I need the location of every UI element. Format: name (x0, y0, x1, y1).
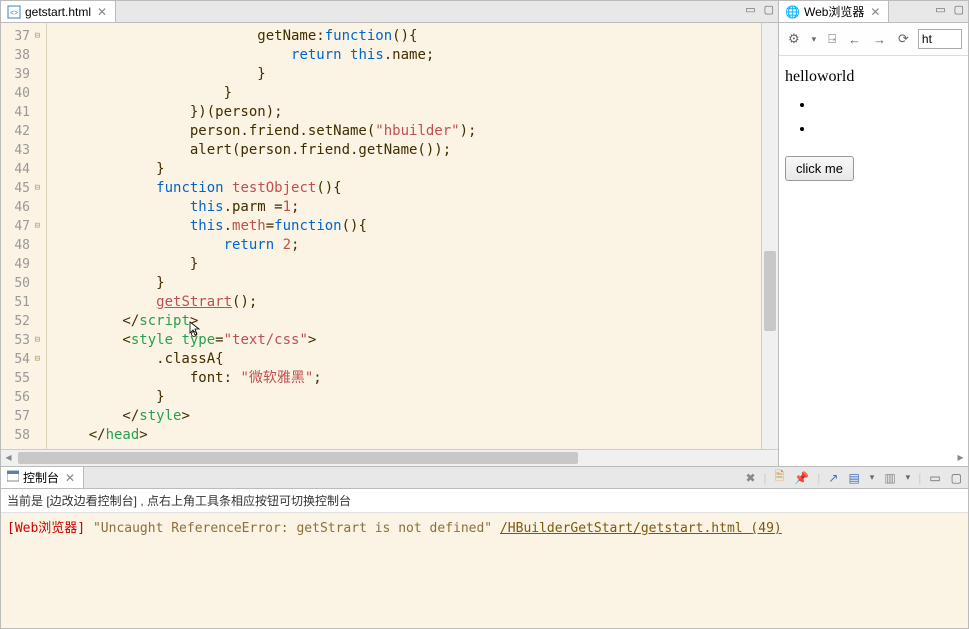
doc-icon[interactable]: 🗎 (773, 467, 787, 488)
editor-tab-label: getstart.html (25, 5, 91, 19)
url-input[interactable] (918, 29, 962, 49)
minimize-icon[interactable]: ▭ (743, 3, 757, 16)
browser-viewport: helloworld click me (779, 56, 968, 466)
forward-icon[interactable]: → (870, 30, 889, 49)
console-tab-label: 控制台 (23, 469, 59, 486)
console-tab[interactable]: 控制台 ✕ (1, 467, 84, 488)
console-icon (7, 470, 19, 485)
page-icon[interactable]: ▤ (846, 471, 861, 485)
maximize-icon[interactable]: ▢ (952, 3, 966, 16)
browser-tab-bar: 🌐 Web浏览器 ✕ ▭ ▢ (779, 1, 968, 23)
editor-panel: <> getstart.html ✕ ▭ ▢ 37⊟38 39 40 41 42… (0, 0, 779, 467)
page-text: helloworld (785, 68, 962, 86)
minimize-icon[interactable]: ▭ (933, 3, 947, 16)
maximize-icon[interactable]: ▢ (762, 3, 776, 16)
close-icon[interactable]: ✕ (868, 5, 882, 19)
horizontal-scrollbar[interactable]: ◂ ▸ (1, 449, 778, 466)
scroll-left-icon[interactable]: ◂ (0, 450, 17, 467)
close-icon[interactable]: ✕ (95, 5, 109, 19)
nav-open-icon[interactable]: ⍈ (825, 29, 839, 49)
error-source: [Web浏览器] (7, 521, 85, 536)
chevron-down-icon[interactable]: ▾ (809, 32, 820, 47)
maximize-icon[interactable]: ▢ (949, 471, 964, 485)
scrollbar-thumb[interactable] (764, 251, 776, 331)
html-file-icon: <> (7, 5, 21, 19)
code-editor[interactable]: 37⊟38 39 40 41 42 43 44 45⊟46 47⊟48 49 5… (1, 23, 778, 449)
clear-icon[interactable]: ✖ (743, 471, 757, 485)
console-panel: 控制台 ✕ ✖ | 🗎 📌 | ↗ ▤ ▾ ▥ ▾ | ▭ ▢ 当前是 [边改边… (0, 467, 969, 629)
editor-tab-bar: <> getstart.html ✕ ▭ ▢ (1, 1, 778, 23)
pin-icon[interactable]: 📌 (792, 471, 811, 485)
line-gutter: 37⊟38 39 40 41 42 43 44 45⊟46 47⊟48 49 5… (1, 23, 47, 449)
editor-tab-file[interactable]: <> getstart.html ✕ (1, 1, 116, 22)
console-output[interactable]: [Web浏览器] "Uncaught ReferenceError: getSt… (1, 513, 968, 628)
console-tab-bar: 控制台 ✕ ✖ | 🗎 📌 | ↗ ▤ ▾ ▥ ▾ | ▭ ▢ (1, 467, 968, 489)
browser-tab[interactable]: 🌐 Web浏览器 ✕ (779, 1, 889, 22)
globe-icon: 🌐 (785, 5, 800, 19)
close-icon[interactable]: ✕ (63, 471, 77, 485)
svg-text:<>: <> (10, 10, 18, 17)
error-message: "Uncaught ReferenceError: getStrart is n… (93, 521, 492, 536)
refresh-icon[interactable]: ⟳ (895, 29, 912, 49)
scrollbar-thumb[interactable] (18, 452, 578, 464)
console-hint: 当前是 [边改边看控制台] , 点右上角工具条相应按钮可切换控制台 (1, 489, 968, 513)
browser-panel: 🌐 Web浏览器 ✕ ▭ ▢ ⚙ ▾ ⍈ ← → ⟳ helloworld (779, 0, 969, 467)
back-icon[interactable]: ← (845, 30, 864, 49)
page-list (815, 96, 962, 138)
list-item (815, 120, 962, 138)
chevron-down-icon[interactable]: ▾ (904, 472, 913, 483)
browser-tab-label: Web浏览器 (804, 3, 864, 20)
code-area[interactable]: getName:function(){ return this.name; } … (47, 23, 761, 449)
chevron-down-icon[interactable]: ▾ (868, 472, 877, 483)
gear-icon[interactable]: ⚙ (785, 29, 803, 49)
trash-icon[interactable]: ▥ (882, 471, 897, 485)
list-item (815, 96, 962, 114)
export-icon[interactable]: ↗ (826, 471, 840, 485)
browser-toolbar: ⚙ ▾ ⍈ ← → ⟳ (779, 23, 968, 56)
scroll-right-icon[interactable]: ▸ (952, 450, 969, 467)
minimize-icon[interactable]: ▭ (927, 471, 942, 485)
click-me-button[interactable]: click me (785, 156, 854, 181)
error-link[interactable]: /HBuilderGetStart/getstart.html (49) (500, 521, 782, 536)
vertical-scrollbar[interactable] (761, 23, 778, 449)
